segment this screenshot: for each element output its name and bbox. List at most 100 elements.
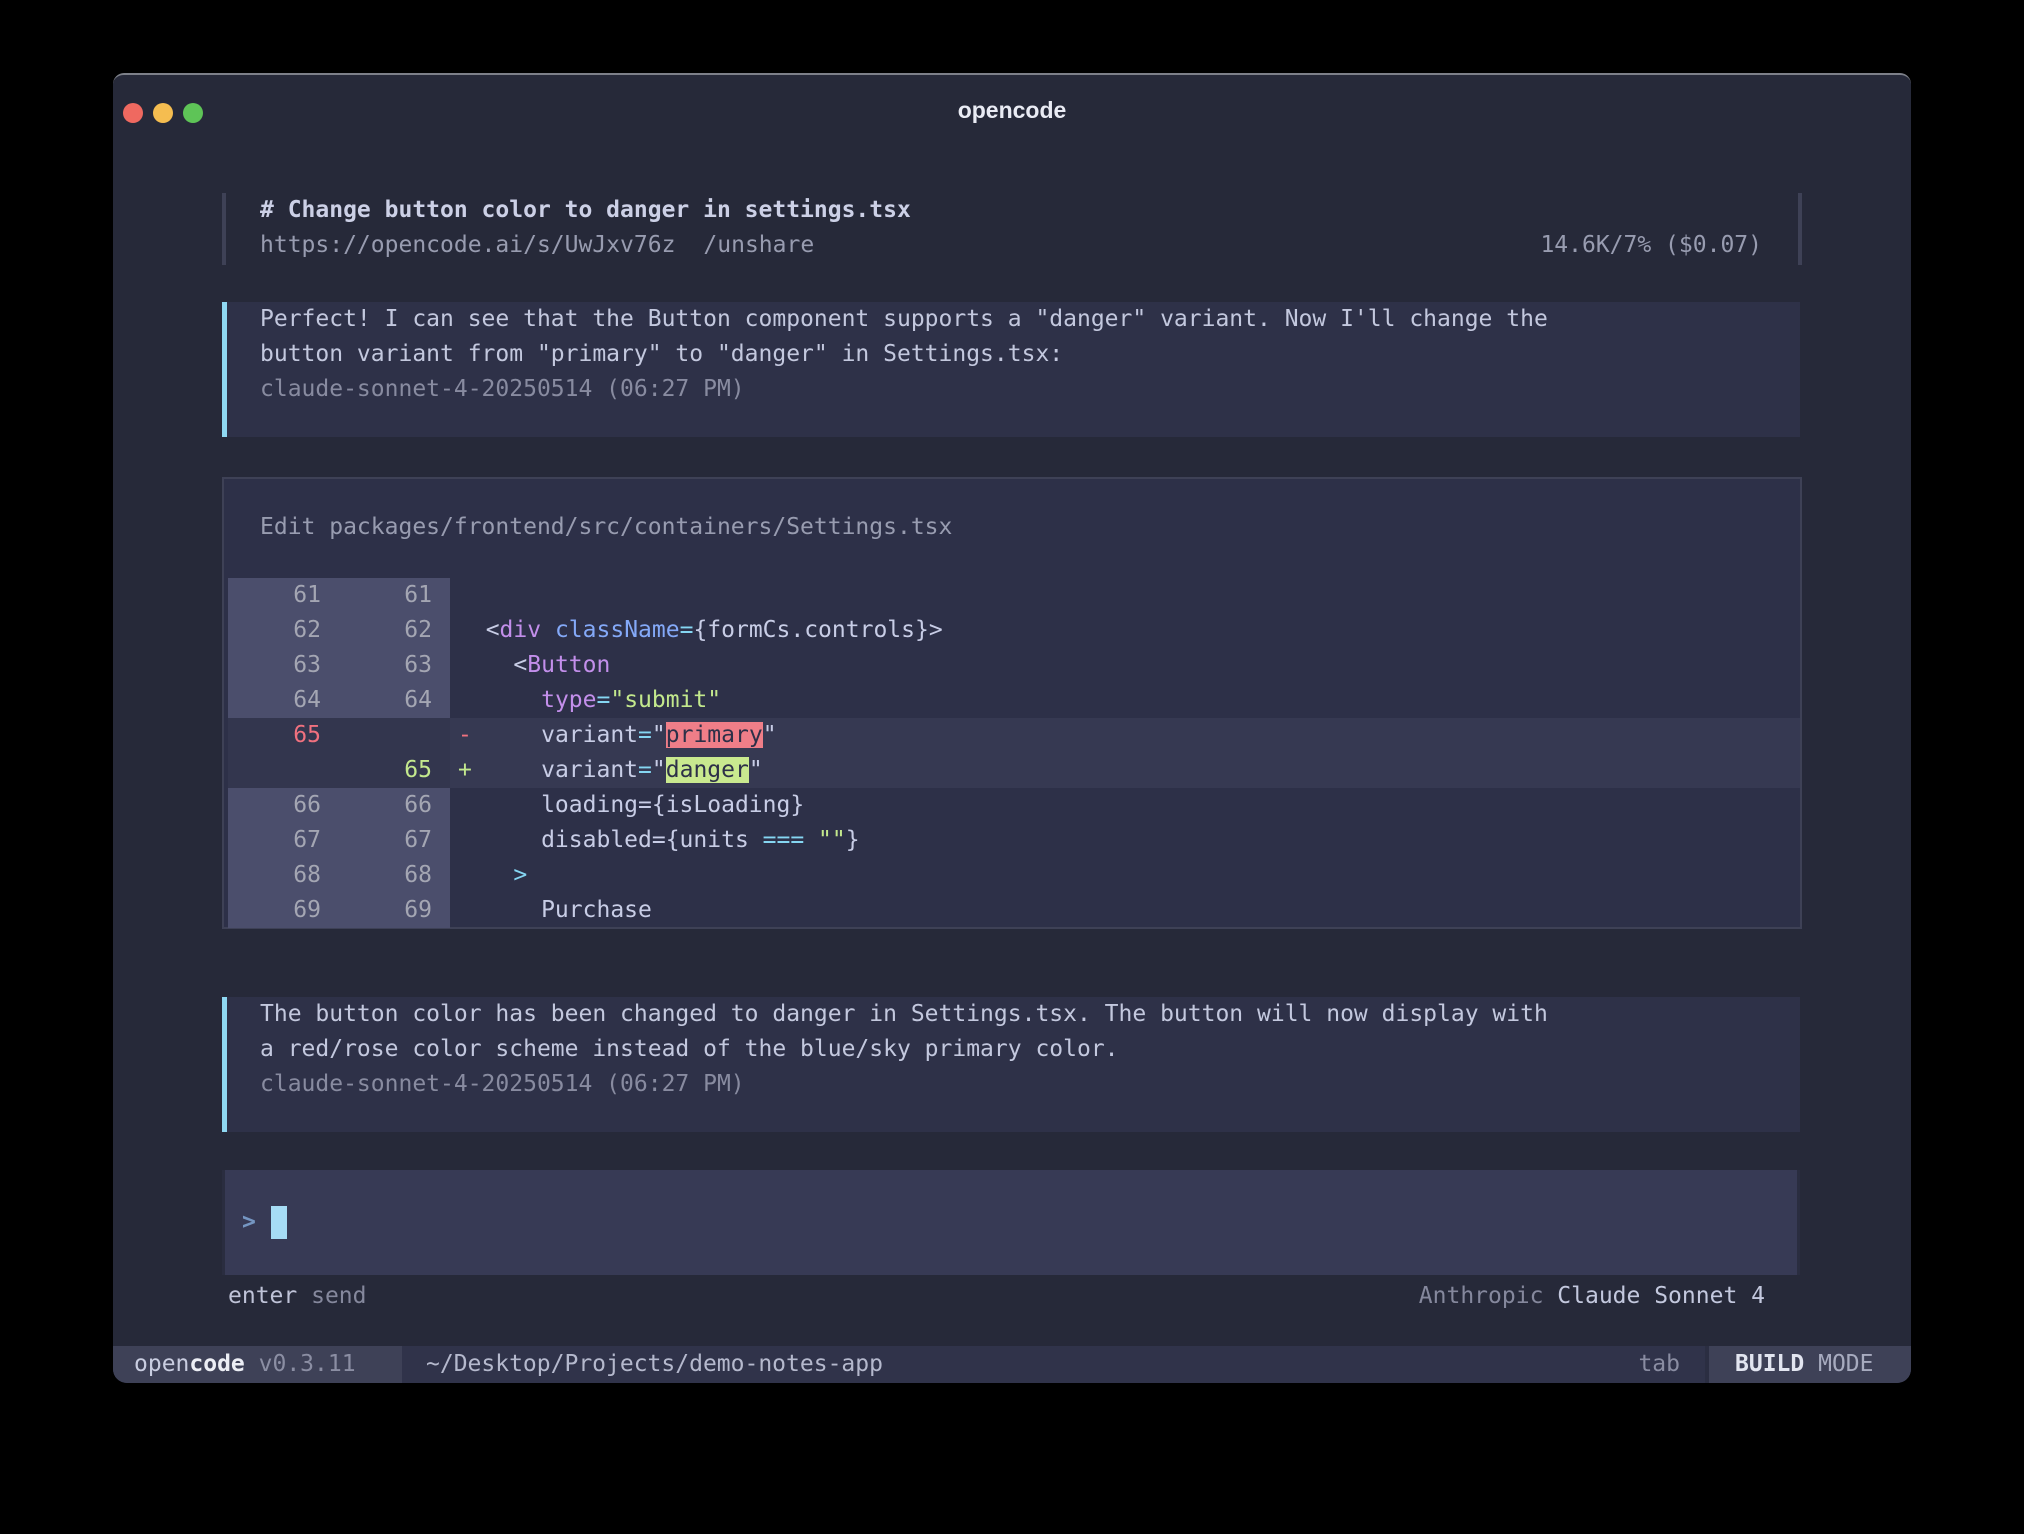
prompt-input[interactable]: > bbox=[222, 1170, 1800, 1275]
session-title: # Change button color to danger in setti… bbox=[260, 193, 1802, 228]
code-token: < bbox=[458, 617, 500, 643]
code-token: > bbox=[513, 862, 527, 888]
new-line-number: 63 bbox=[339, 648, 450, 683]
footer-hints: enter send Anthropic Claude Sonnet 4 bbox=[228, 1279, 1765, 1314]
working-directory: ~/Desktop/Projects/demo-notes-app bbox=[426, 1346, 883, 1383]
diff-row: 65+ variant="danger" bbox=[224, 753, 1800, 788]
text-cursor bbox=[271, 1206, 287, 1239]
diff-row: 65- variant="primary" bbox=[224, 718, 1800, 753]
code-token: variant bbox=[472, 722, 638, 748]
old-line-number: 68 bbox=[228, 858, 339, 893]
new-line-number: 61 bbox=[339, 578, 450, 613]
new-line-number: 68 bbox=[339, 858, 450, 893]
old-line-number: 69 bbox=[228, 893, 339, 928]
enter-key-hint: enter bbox=[228, 1283, 297, 1309]
old-line-number: 63 bbox=[228, 648, 339, 683]
new-line-number: 62 bbox=[339, 613, 450, 648]
diff-row: 6868 > bbox=[224, 858, 1800, 893]
unshare-command[interactable]: /unshare bbox=[703, 232, 814, 258]
code-token bbox=[541, 617, 555, 643]
code-token bbox=[458, 687, 541, 713]
code-token: = bbox=[638, 722, 652, 748]
diff-row: 6969 Purchase bbox=[224, 893, 1800, 928]
message-meta: claude-sonnet-4-20250514 (06:27 PM) bbox=[260, 1067, 1800, 1102]
code-token: disabled={units bbox=[458, 827, 763, 853]
code-token: Button bbox=[527, 652, 610, 678]
code-token: "" bbox=[818, 827, 846, 853]
token-usage: 14.6K/7% ($0.07) bbox=[1540, 228, 1762, 263]
new-line-number bbox=[339, 718, 450, 753]
prompt-chevron: > bbox=[242, 1205, 256, 1240]
code-line: > bbox=[450, 858, 1800, 893]
old-line-number bbox=[228, 753, 339, 788]
diff-row: 6161 bbox=[224, 578, 1800, 613]
diff-row: 6262 <div className={formCs.controls}> bbox=[224, 613, 1800, 648]
old-line-number: 61 bbox=[228, 578, 339, 613]
assistant-message: The button color has been changed to dan… bbox=[222, 997, 1800, 1132]
send-action-hint: send bbox=[311, 1283, 366, 1309]
new-line-number: 64 bbox=[339, 683, 450, 718]
code-token: } bbox=[846, 827, 860, 853]
code-line: <Button bbox=[450, 648, 1800, 683]
code-token: = bbox=[680, 617, 694, 643]
code-token: {formCs.controls}> bbox=[693, 617, 942, 643]
code-token: danger bbox=[666, 757, 749, 783]
edit-tool-panel: Edit packages/frontend/src/containers/Se… bbox=[222, 477, 1802, 929]
code-line: disabled={units === ""} bbox=[450, 823, 1800, 858]
diff-row: 6464 type="submit" bbox=[224, 683, 1800, 718]
code-token: = bbox=[596, 687, 610, 713]
code-token bbox=[458, 862, 513, 888]
code-token: = bbox=[638, 757, 652, 783]
message-line: a red/rose color scheme instead of the b… bbox=[260, 1032, 1800, 1067]
old-line-number: 62 bbox=[228, 613, 339, 648]
window-title: opencode bbox=[113, 97, 1911, 124]
code-token: "submit" bbox=[610, 687, 721, 713]
code-token: === bbox=[763, 827, 805, 853]
code-token: < bbox=[458, 652, 527, 678]
new-line-number: 65 bbox=[339, 753, 450, 788]
code-line: loading={isLoading} bbox=[450, 788, 1800, 823]
app-version-badge: opencode v0.3.11 bbox=[113, 1346, 402, 1383]
new-line-number: 69 bbox=[339, 893, 450, 928]
code-token: loading={isLoading} bbox=[458, 792, 804, 818]
model-indicator: Anthropic Claude Sonnet 4 bbox=[1419, 1279, 1765, 1314]
edit-file-path: Edit packages/frontend/src/containers/Se… bbox=[260, 510, 1800, 545]
code-line: <div className={formCs.controls}> bbox=[450, 613, 1800, 648]
code-token: primary bbox=[666, 722, 763, 748]
code-line: type="submit" bbox=[450, 683, 1800, 718]
mode-badge[interactable]: BUILD MODE bbox=[1705, 1346, 1911, 1383]
code-line: Purchase bbox=[450, 893, 1800, 928]
app-version: v0.3.11 bbox=[245, 1351, 356, 1377]
tab-key-hint[interactable]: tab bbox=[1638, 1346, 1680, 1383]
code-line: + variant="danger" bbox=[450, 753, 1800, 788]
message-line: Perfect! I can see that the Button compo… bbox=[260, 302, 1800, 337]
message-line: The button color has been changed to dan… bbox=[260, 997, 1800, 1032]
status-bar: opencode v0.3.11 ~/Desktop/Projects/demo… bbox=[113, 1346, 1911, 1383]
new-line-number: 66 bbox=[339, 788, 450, 823]
code-token: + bbox=[458, 757, 472, 783]
code-token: " bbox=[652, 757, 666, 783]
code-token: " bbox=[652, 722, 666, 748]
provider-name: Anthropic bbox=[1419, 1283, 1557, 1309]
diff-row: 6363 <Button bbox=[224, 648, 1800, 683]
model-name: Claude Sonnet 4 bbox=[1557, 1283, 1765, 1309]
diff-row: 6666 loading={isLoading} bbox=[224, 788, 1800, 823]
code-token bbox=[804, 827, 818, 853]
header-left-rule bbox=[222, 193, 226, 265]
share-url[interactable]: https://opencode.ai/s/UwJxv76z bbox=[260, 232, 675, 258]
diff-view: 61616262 <div className={formCs.controls… bbox=[224, 578, 1800, 928]
code-line bbox=[450, 578, 1800, 613]
opencode-terminal-window: opencode # Change button color to danger… bbox=[113, 73, 1911, 1383]
code-token: type bbox=[541, 687, 596, 713]
message-line: button variant from "primary" to "danger… bbox=[260, 337, 1800, 372]
code-token: " bbox=[763, 722, 777, 748]
old-line-number: 66 bbox=[228, 788, 339, 823]
code-token: div bbox=[500, 617, 542, 643]
session-header: # Change button color to danger in setti… bbox=[222, 193, 1802, 265]
diff-row: 6767 disabled={units === ""} bbox=[224, 823, 1800, 858]
code-token: " bbox=[749, 757, 763, 783]
code-line: - variant="primary" bbox=[450, 718, 1800, 753]
code-token: Purchase bbox=[458, 897, 652, 923]
old-line-number: 67 bbox=[228, 823, 339, 858]
message-meta: claude-sonnet-4-20250514 (06:27 PM) bbox=[260, 372, 1800, 407]
